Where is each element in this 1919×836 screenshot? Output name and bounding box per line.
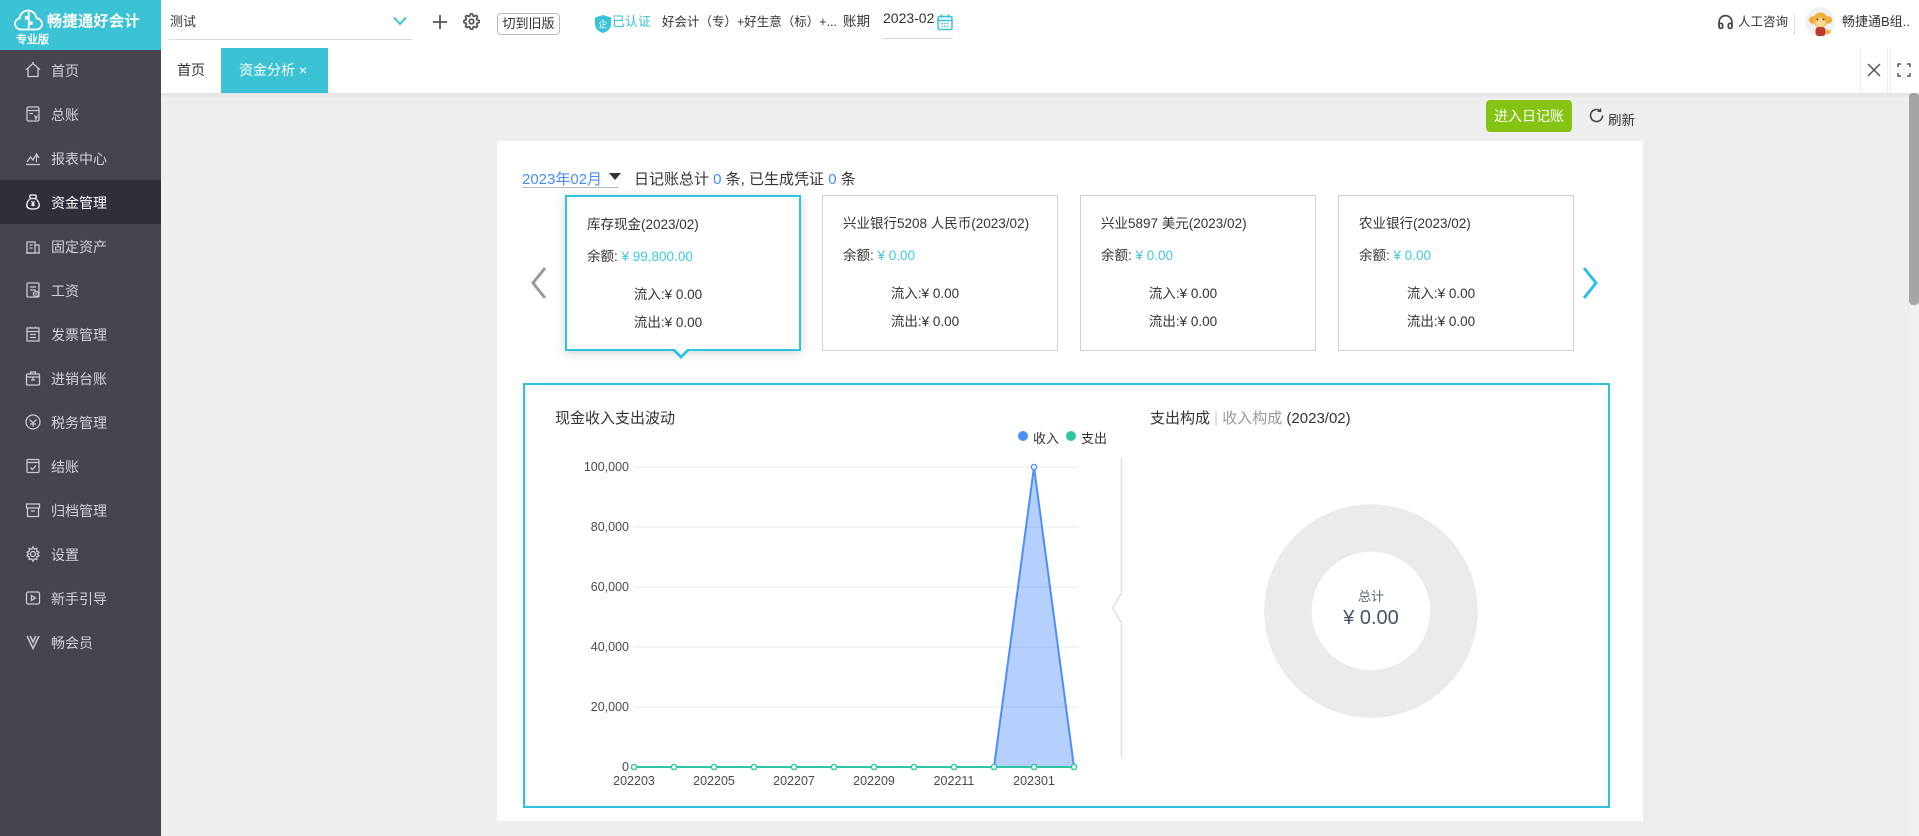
svg-text:202209: 202209 <box>853 774 895 788</box>
svg-text:60,000: 60,000 <box>591 580 629 594</box>
svg-text:0: 0 <box>622 760 629 774</box>
svg-text:20,000: 20,000 <box>591 700 629 714</box>
svg-text:100,000: 100,000 <box>584 460 629 474</box>
svg-text:202205: 202205 <box>693 774 735 788</box>
svg-text:40,000: 40,000 <box>591 640 629 654</box>
svg-text:202203: 202203 <box>613 774 655 788</box>
svg-text:企: 企 <box>598 19 607 30</box>
svg-text:202301: 202301 <box>1013 774 1055 788</box>
svg-text:80,000: 80,000 <box>591 520 629 534</box>
svg-text:202211: 202211 <box>934 774 975 788</box>
svg-text:202207: 202207 <box>773 774 815 788</box>
